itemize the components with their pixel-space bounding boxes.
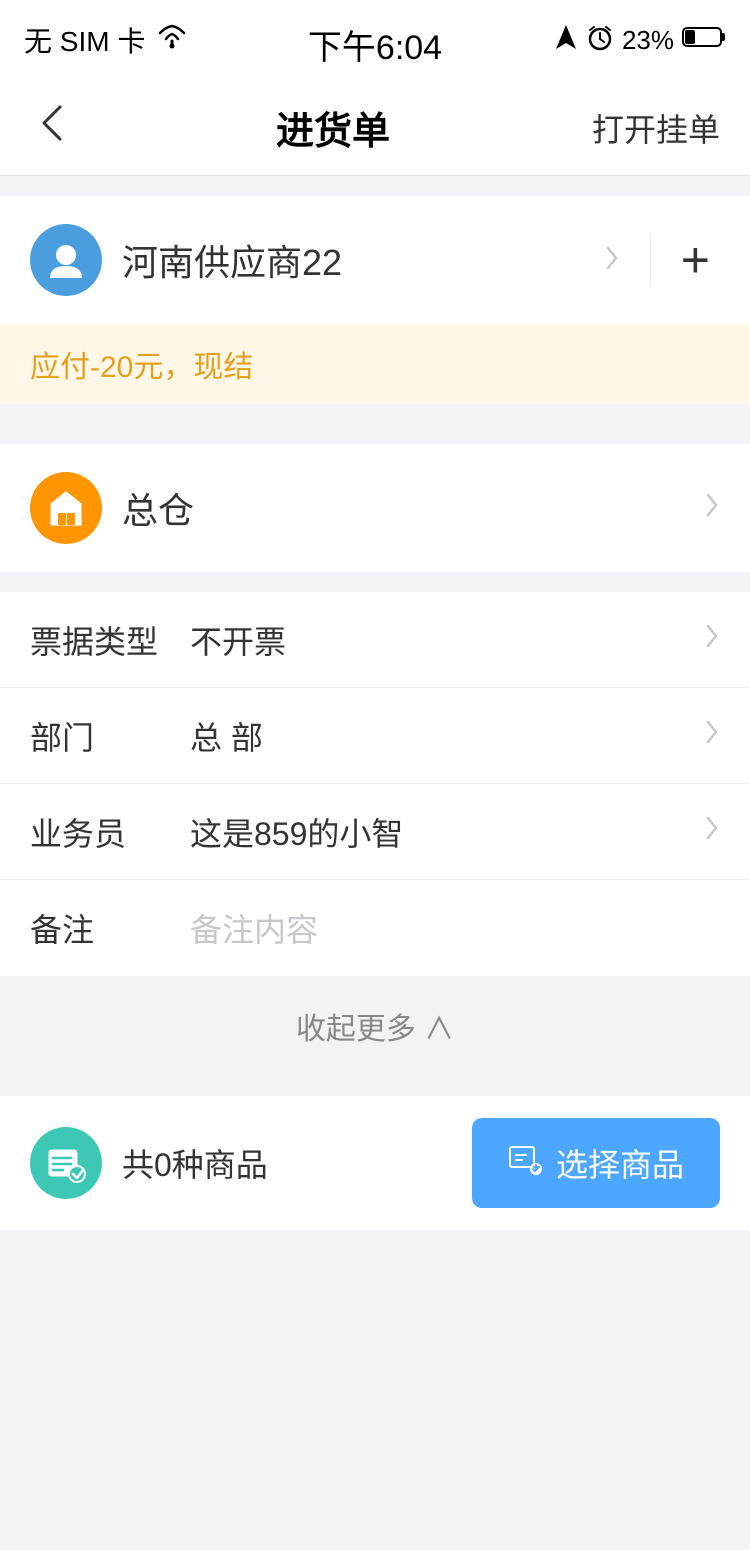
select-product-label: 选择商品	[556, 1140, 684, 1186]
department-label: 部门	[30, 713, 170, 759]
notice-bar: 应付-20元，现结	[0, 324, 750, 404]
collapse-label: 收起更多 ∧	[296, 1004, 454, 1048]
salesperson-value: 这是859的小智	[190, 809, 704, 855]
wifi-icon	[155, 23, 189, 58]
battery-icon	[682, 25, 726, 56]
battery-label: 23%	[622, 25, 674, 56]
back-button[interactable]	[30, 93, 74, 163]
supplier-row[interactable]: 河南供应商22 +	[0, 196, 750, 324]
open-pending-button[interactable]: 打开挂单	[592, 105, 720, 151]
department-row[interactable]: 部门 总 部	[0, 688, 750, 784]
add-button[interactable]: +	[671, 231, 720, 289]
supplier-name: 河南供应商22	[122, 234, 604, 286]
supplier-avatar	[30, 224, 102, 296]
select-product-icon	[508, 1141, 544, 1185]
warehouse-section: 总仓	[0, 444, 750, 572]
department-chevron-icon	[704, 717, 720, 754]
salesperson-row[interactable]: 业务员 这是859的小智	[0, 784, 750, 880]
remark-value: 备注内容	[190, 905, 720, 951]
warehouse-name: 总仓	[122, 482, 704, 534]
section-gap-1	[0, 176, 750, 196]
status-bar: 无 SIM 卡 下午6:04 23%	[0, 0, 750, 80]
notice-text: 应付-20元，现结	[30, 351, 253, 384]
carrier-label: 无 SIM 卡	[24, 20, 145, 60]
salesperson-chevron-icon	[704, 813, 720, 850]
product-count-label: 共0种商品	[122, 1140, 472, 1186]
gray-background	[0, 1250, 750, 1550]
bottom-bar: 共0种商品 选择商品	[0, 1096, 750, 1230]
warehouse-chevron-icon	[704, 490, 720, 527]
supplier-section: 河南供应商22 + 应付-20元，现结	[0, 196, 750, 404]
invoice-type-label: 票据类型	[30, 617, 170, 663]
supplier-chevron-icon	[604, 239, 620, 281]
alarm-icon	[586, 23, 614, 58]
nav-bar: 进货单 打开挂单	[0, 80, 750, 176]
select-product-button[interactable]: 选择商品	[472, 1118, 720, 1208]
salesperson-label: 业务员	[30, 809, 170, 855]
product-icon-wrap	[30, 1127, 102, 1199]
warehouse-row[interactable]: 总仓	[0, 444, 750, 572]
page-title: 进货单	[276, 100, 390, 155]
remark-label: 备注	[30, 905, 170, 951]
status-right: 23%	[554, 23, 726, 58]
section-gap-2	[0, 404, 750, 424]
warehouse-icon	[30, 472, 102, 544]
collapse-button[interactable]: 收起更多 ∧	[0, 976, 750, 1076]
remark-row[interactable]: 备注 备注内容	[0, 880, 750, 976]
department-value: 总 部	[190, 713, 704, 759]
invoice-type-chevron-icon	[704, 621, 720, 658]
vertical-divider	[650, 235, 651, 285]
status-left: 无 SIM 卡	[24, 20, 189, 60]
status-time: 下午6:04	[308, 20, 442, 69]
invoice-type-value: 不开票	[190, 617, 704, 663]
location-icon	[554, 23, 578, 58]
invoice-type-row[interactable]: 票据类型 不开票	[0, 592, 750, 688]
form-section: 票据类型 不开票 部门 总 部 业务员 这是859的小智 备注 备注内容	[0, 592, 750, 976]
